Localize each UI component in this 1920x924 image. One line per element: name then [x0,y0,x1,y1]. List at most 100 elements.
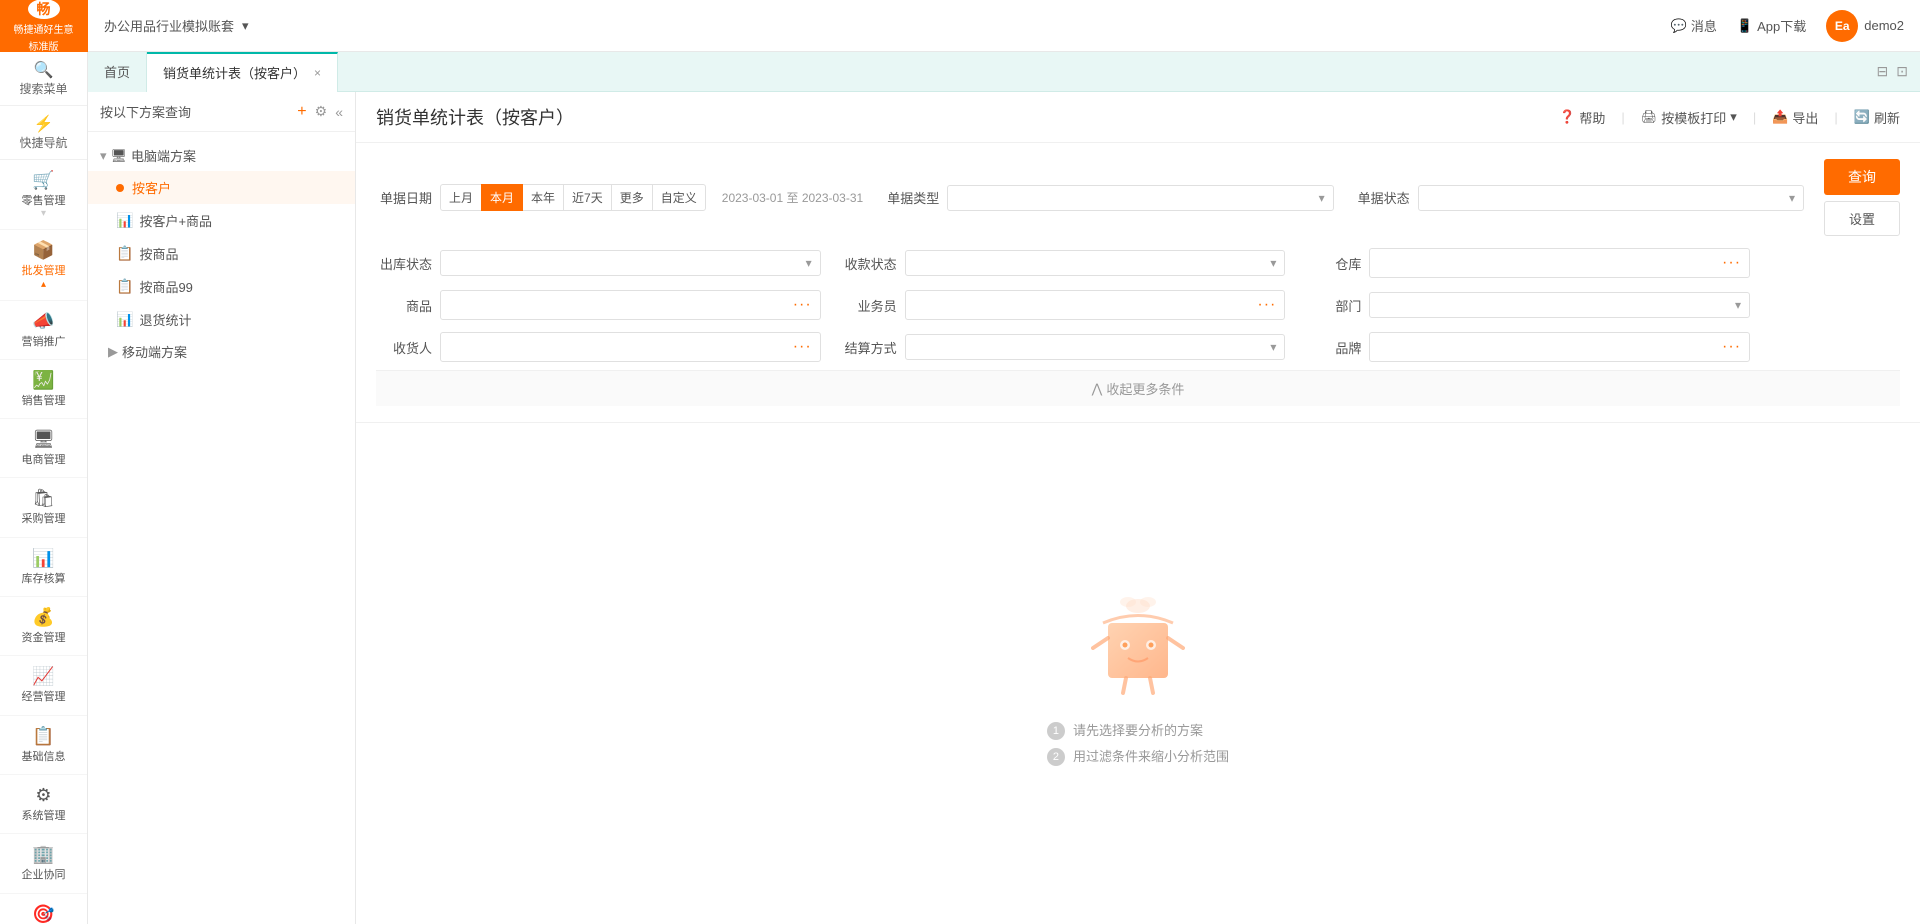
salesperson-dots: ··· [1257,296,1276,314]
date-btn-more[interactable]: 更多 [611,184,653,211]
sidebar-item-basic[interactable]: 📋 基础信息 [0,716,87,775]
chart-icon: 📊 [116,212,133,229]
salesperson-select[interactable]: ··· [905,290,1286,320]
date-btn-last-month[interactable]: 上月 [440,184,482,211]
bill-status-select[interactable]: ▾ [1418,185,1804,211]
desktop-group-label: 电脑端方案 [131,146,196,165]
payment-status-chevron: ▾ [1270,256,1276,270]
scheme-return-stats[interactable]: 📊 退货统计 [88,303,355,336]
sidebar-item-sales[interactable]: 💹 销售管理 [0,360,87,419]
query-button[interactable]: 查询 [1824,159,1900,195]
date-btn-7days[interactable]: 近7天 [563,184,612,211]
app-logo[interactable]: 畅 畅捷通好生意 标准版 [0,0,88,52]
sidebar-item-finance[interactable]: 💰 资金管理 [0,597,87,656]
date-btn-this-month[interactable]: 本月 [481,184,523,211]
tab-close-icon[interactable]: × [314,66,321,80]
mobile-group-header[interactable]: ▶ 移动端方案 [88,336,355,367]
sidebar-item-system[interactable]: ⚙ 系统管理 [0,775,87,834]
sidebar-quicknav[interactable]: ⚡ 快捷导航 [0,106,87,160]
payment-method-label: 结算方式 [841,338,897,357]
mobile-group-label: 移动端方案 [122,342,187,361]
settings-scheme-button[interactable]: ⚙ [315,103,328,120]
bar-icon: 📊 [116,311,133,328]
department-label: 部门 [1305,296,1361,315]
warehouse-select[interactable]: ··· [1369,248,1750,278]
sidebar-item-retail[interactable]: 🛒 零售管理 ▾ [0,160,87,230]
scheme-by-customer[interactable]: 按客户 [88,171,355,204]
date-btn-this-year[interactable]: 本年 [522,184,564,211]
sidebar-item-purchase[interactable]: 🛍 采购管理 [0,478,87,537]
department-select[interactable]: ▾ [1369,292,1750,318]
settings-button[interactable]: 设置 [1824,201,1900,236]
sidebar-menu: 🛒 零售管理 ▾ 📦 批发管理 ▴ 📣 营销推广 💹 销售管理 🖥 电商管理 🛍… [0,160,87,924]
tab-home[interactable]: 首页 [88,52,147,92]
download-icon: 📱 [1737,18,1753,34]
collapse-panel-button[interactable]: « [335,104,343,120]
empty-state: 1 请先选择要分析的方案 2 用过滤条件来缩小分析范围 [356,423,1920,924]
ecommerce-icon: 🖥 [32,429,55,450]
sidebar-item-guide[interactable]: 🎯 新手引导 [0,894,87,924]
collapse-icon: ⋀ [1092,381,1103,397]
empty-illustration [1078,578,1198,698]
topbar: 办公用品行业模拟账套 ▾ 💬 消息 📱 App下载 Ea demo2 [88,0,1920,52]
user-profile-button[interactable]: Ea demo2 [1826,10,1904,42]
left-panel-header: 按以下方案查询 + ⚙ « [88,92,355,132]
bill-type-label: 单据类型 [883,188,939,207]
scheme-by-product[interactable]: 📋 按商品 [88,237,355,270]
sales-icon: 💹 [32,370,54,391]
topbar-left: 办公用品行业模拟账套 ▾ [104,16,249,35]
payment-method-select[interactable]: ▾ [905,334,1286,360]
bill-type-select[interactable]: ▾ [947,185,1333,211]
consignee-select[interactable]: ··· [440,332,821,362]
collapse-filter-button[interactable]: ⋀ 收起更多条件 [376,370,1900,406]
app-download-button[interactable]: 📱 App下载 [1737,16,1806,35]
payment-status-select[interactable]: ▾ [905,250,1286,276]
salesperson-label: 业务员 [841,296,897,315]
sidebar-item-enterprise[interactable]: 🏢 企业协同 [0,834,87,893]
finance-icon: 💰 [32,607,54,628]
bill-status-label: 单据状态 [1354,188,1410,207]
warehouse-dots: ··· [1722,254,1741,272]
payment-method-chevron: ▾ [1270,340,1276,354]
maximize-icon[interactable]: ⊡ [1896,63,1908,80]
out-status-chevron: ▾ [806,256,812,270]
sidebar-search[interactable]: 🔍 搜索菜单 [0,52,87,106]
message-icon: 💬 [1671,18,1687,34]
desktop-group-header[interactable]: ▾ 🖥 电脑端方案 [88,140,355,171]
product-label: 商品 [376,296,432,315]
export-button[interactable]: 📤 导出 [1772,108,1818,127]
app-name: 畅捷通好生意 [14,21,74,36]
sidebar-item-inventory[interactable]: 📊 库存核算 [0,538,87,597]
basic-icon: 📋 [32,726,54,747]
out-status-select[interactable]: ▾ [440,250,821,276]
sidebar-item-ecommerce[interactable]: 🖥 电商管理 [0,419,87,478]
enterprise-icon: 🏢 [32,844,54,865]
print-button[interactable]: 🖨 按模板打印 ▾ [1641,108,1737,127]
refresh-button[interactable]: 🔄 刷新 [1854,108,1900,127]
bill-status-chevron: ▾ [1789,191,1795,205]
scheme-by-customer-product[interactable]: 📊 按客户+商品 [88,204,355,237]
sidebar-item-wholesale[interactable]: 📦 批发管理 ▴ [0,230,87,300]
sidebar-item-marketing[interactable]: 📣 营销推广 [0,301,87,360]
retail-icon: 🛒 [32,170,54,191]
brand-label: 品牌 [1305,338,1361,357]
list-icon: 📋 [116,245,133,262]
left-panel-actions: + ⚙ « [297,103,343,121]
add-scheme-button[interactable]: + [297,103,306,121]
minimize-icon[interactable]: ⊟ [1877,63,1889,80]
sidebar-item-operations[interactable]: 📈 经营管理 [0,656,87,715]
active-dot [116,184,124,192]
list2-icon: 📋 [116,278,133,295]
message-button[interactable]: 💬 消息 [1671,16,1717,35]
brand-select[interactable]: ··· [1369,332,1750,362]
product-select[interactable]: ··· [440,290,821,320]
topbar-dropdown[interactable]: ▾ [242,18,249,34]
scheme-by-product-99[interactable]: 📋 按商品99 [88,270,355,303]
date-btn-custom[interactable]: 自定义 [652,184,706,211]
print-icon: 🖨 [1641,109,1658,125]
help-button[interactable]: ❓ 帮助 [1559,108,1605,127]
tab-sales-stat[interactable]: 销货单统计表（按客户） × [147,52,338,92]
main-area: 办公用品行业模拟账套 ▾ 💬 消息 📱 App下载 Ea demo2 [88,0,1920,924]
topbar-title: 办公用品行业模拟账套 [104,16,234,35]
mobile-scheme-group: ▶ 移动端方案 [88,336,355,367]
